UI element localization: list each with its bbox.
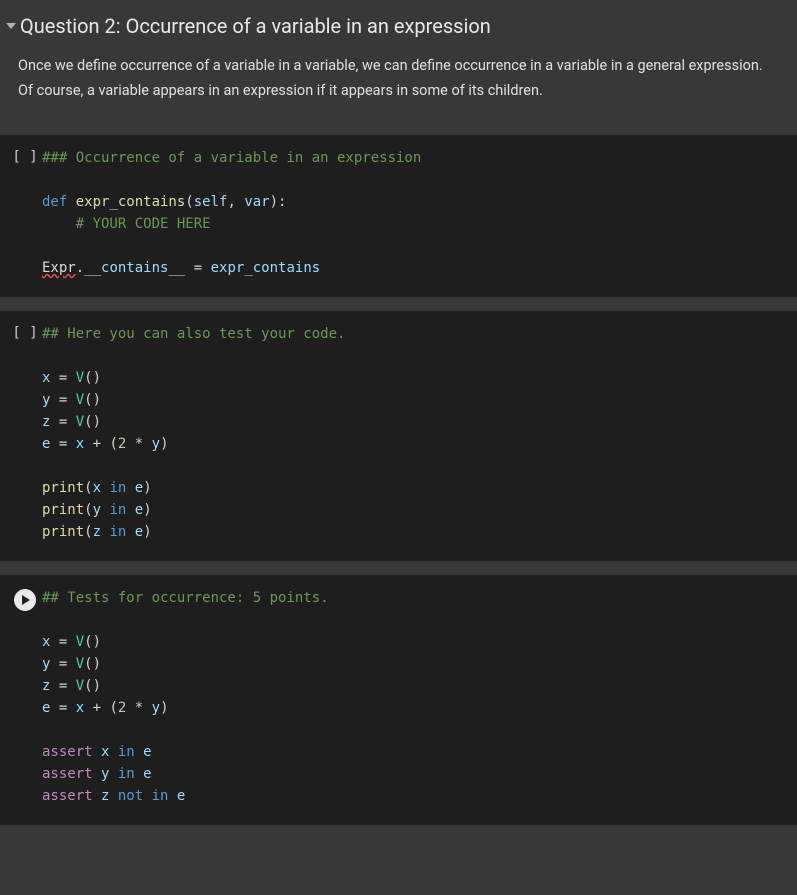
code-cell[interactable]: [ ] ## Here you can also test your code. … — [0, 311, 797, 561]
code-token: # YOUR CODE HERE — [42, 216, 211, 232]
code-token: ) — [160, 436, 168, 452]
cell-prompt-label: [ ] — [12, 149, 37, 165]
code-token: = — [50, 634, 75, 650]
code-token: ### Occurrence of a variable in an expre… — [42, 150, 421, 166]
code-cell[interactable]: ## Tests for occurrence: 5 points. x = V… — [0, 575, 797, 825]
code-token: e — [135, 480, 143, 496]
code-token: , — [227, 194, 244, 210]
code-token: assert — [42, 788, 101, 804]
code-token: x — [93, 480, 101, 496]
code-token: ( — [84, 480, 92, 496]
code-token: ) — [143, 480, 151, 496]
play-icon[interactable] — [14, 589, 36, 611]
code-token: print — [42, 524, 84, 540]
code-token: assert — [42, 766, 101, 782]
collapse-triangle-icon[interactable] — [6, 23, 16, 29]
code-token: ): — [270, 194, 287, 210]
code-token: expr_contains — [211, 260, 321, 276]
code-token: () — [84, 414, 101, 430]
code-token: in — [101, 524, 135, 540]
code-token: V — [76, 656, 84, 672]
code-token: = — [50, 656, 75, 672]
code-token: () — [84, 392, 101, 408]
code-token: () — [84, 370, 101, 386]
code-token: ( — [84, 502, 92, 518]
code-token: y — [152, 700, 160, 716]
code-token: = — [50, 414, 75, 430]
code-token: ) — [143, 502, 151, 518]
code-token: e — [135, 502, 143, 518]
code-token: var — [244, 194, 269, 210]
code-token: self — [194, 194, 228, 210]
question-title: Question 2: Occurrence of a variable in … — [20, 14, 491, 38]
code-token: = — [50, 392, 75, 408]
code-token: * — [126, 436, 151, 452]
code-token: = — [50, 700, 75, 716]
code-token: Expr — [42, 260, 76, 276]
code-token: ( — [84, 524, 92, 540]
code-token: ( — [185, 194, 193, 210]
cell-prompt-label: [ ] — [12, 325, 37, 341]
code-token: in — [109, 766, 143, 782]
code-token: print — [42, 480, 84, 496]
question-description: Once we define occurrence of a variable … — [0, 44, 797, 121]
code-token: def — [42, 194, 76, 210]
code-token: not in — [109, 788, 176, 804]
code-token: expr_contains — [76, 194, 186, 210]
code-token: V — [76, 392, 84, 408]
code-token: ) — [160, 700, 168, 716]
code-token: in — [101, 480, 135, 496]
code-token: = — [185, 260, 210, 276]
code-token: y — [152, 436, 160, 452]
code-token: = — [50, 370, 75, 386]
code-token: e — [143, 766, 151, 782]
code-token: ) — [143, 524, 151, 540]
code-editor[interactable]: ## Tests for occurrence: 5 points. x = V… — [42, 587, 789, 807]
code-token: in — [101, 502, 135, 518]
code-token: () — [84, 634, 101, 650]
code-token: V — [76, 634, 84, 650]
code-token: = — [50, 436, 75, 452]
code-token: e — [177, 788, 185, 804]
code-cell[interactable]: [ ] ### Occurrence of a variable in an ex… — [0, 135, 797, 297]
code-token: x — [76, 700, 84, 716]
code-token: __contains__ — [84, 260, 185, 276]
code-token: + ( — [84, 700, 118, 716]
code-token: print — [42, 502, 84, 518]
section-header[interactable]: Question 2: Occurrence of a variable in … — [0, 8, 797, 44]
cell-prompt[interactable]: [ ] — [8, 147, 42, 279]
code-token: * — [126, 700, 151, 716]
code-token: V — [76, 414, 84, 430]
run-cell-button[interactable] — [8, 587, 42, 807]
code-token: () — [84, 656, 101, 672]
code-editor[interactable]: ### Occurrence of a variable in an expre… — [42, 147, 789, 279]
code-token: ## Tests for occurrence: 5 points. — [42, 590, 329, 606]
code-token: ## Here you can also test your code. — [42, 326, 345, 342]
code-token: y — [93, 502, 101, 518]
play-triangle-icon — [22, 595, 30, 605]
cell-prompt[interactable]: [ ] — [8, 323, 42, 543]
code-token: in — [109, 744, 143, 760]
code-token: z — [93, 524, 101, 540]
code-token: () — [84, 678, 101, 694]
code-token: e — [135, 524, 143, 540]
code-token: + ( — [84, 436, 118, 452]
code-token: assert — [42, 744, 101, 760]
code-token: = — [50, 678, 75, 694]
code-token: x — [76, 436, 84, 452]
code-editor[interactable]: ## Here you can also test your code. x =… — [42, 323, 789, 543]
code-token: V — [76, 370, 84, 386]
code-token: e — [143, 744, 151, 760]
code-token: V — [76, 678, 84, 694]
code-token: . — [76, 260, 84, 276]
